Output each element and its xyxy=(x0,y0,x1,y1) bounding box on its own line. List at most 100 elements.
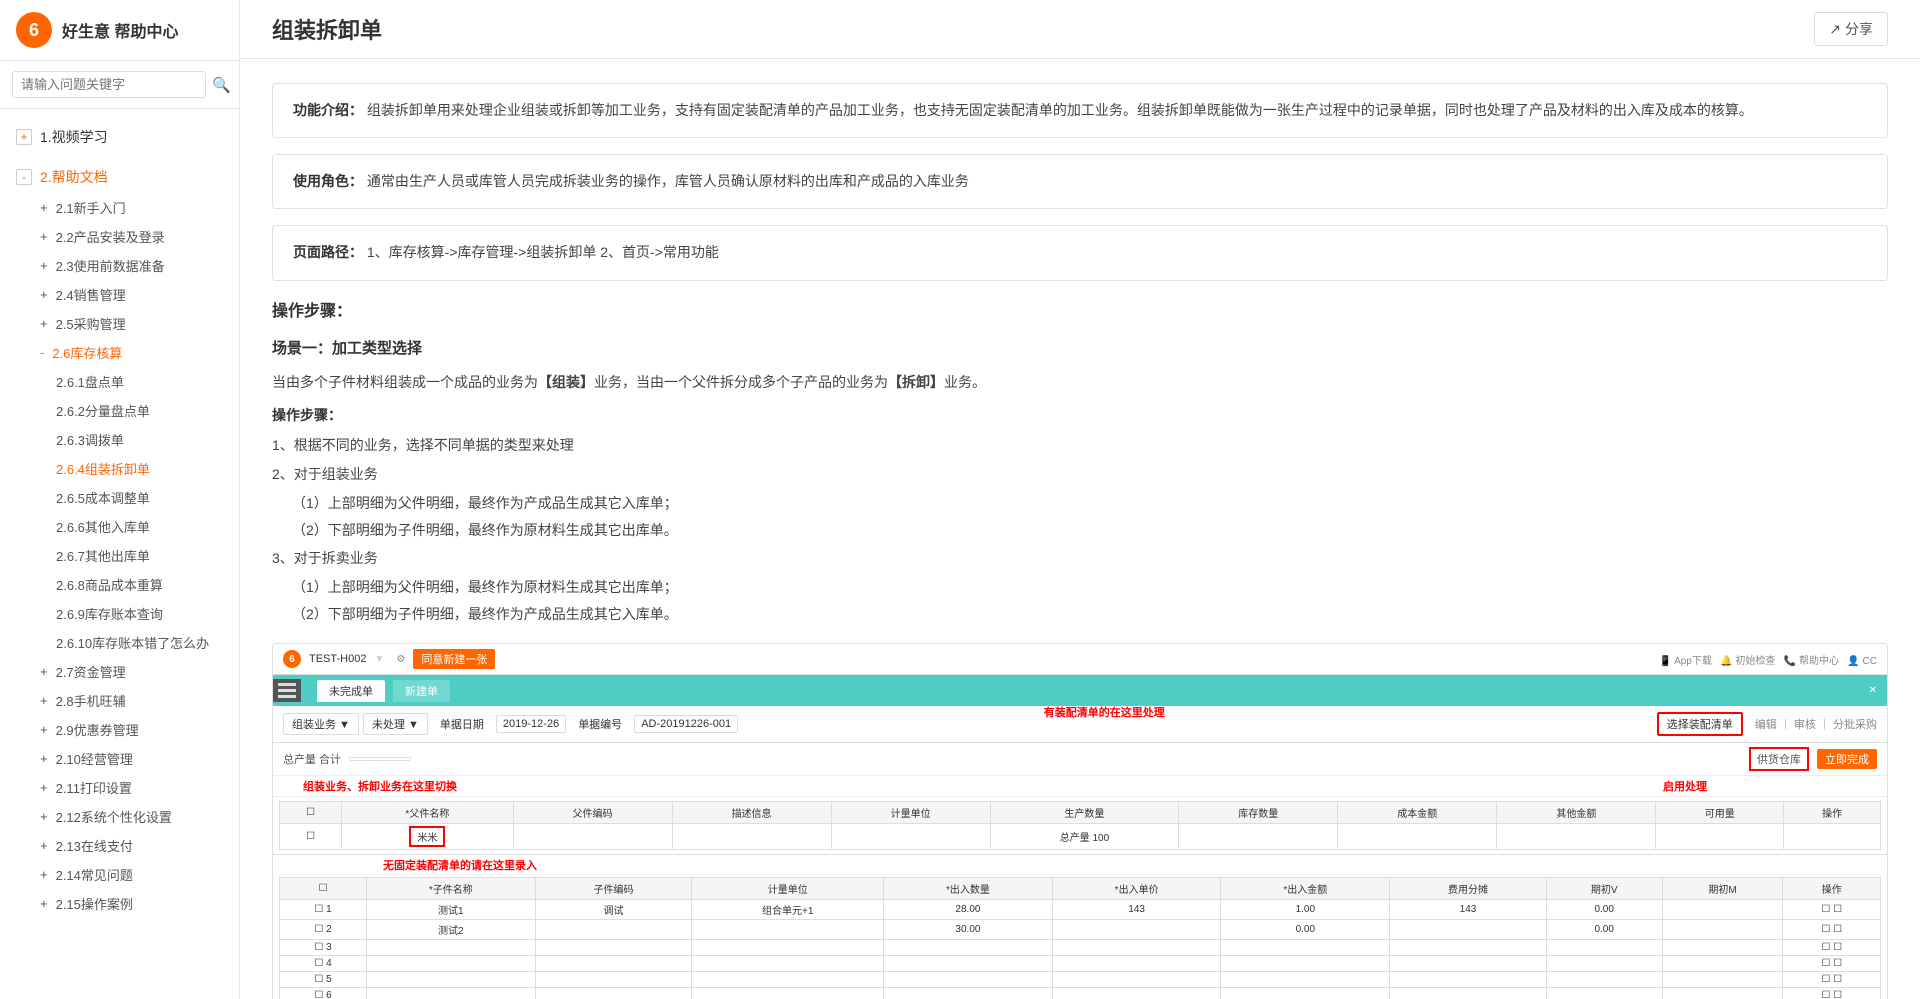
mock-parent-name-cell: 米米 xyxy=(409,826,445,847)
role-block: 使用角色： 通常由生产人员或库管人员完成拆装业务的操作，库管人员确认原材料的出库… xyxy=(272,154,1888,209)
ops-title: 操作步骤： xyxy=(272,297,1888,321)
main-content: 功能介绍： 组装拆卸单用来处理企业组装或拆卸等加工业务，支持有固定装配清单的产品… xyxy=(240,59,1920,999)
mock-th-stock-qty: 库存数量 xyxy=(1179,802,1338,824)
sidebar-item-transfer[interactable]: 2.6.3调拨单 xyxy=(0,425,239,454)
search-input[interactable] xyxy=(12,71,206,98)
annotation-type-switch: 组装业务、拆卸业务在这里切换 xyxy=(303,781,457,793)
sidebar-item-sales[interactable]: + 2.4销售管理 xyxy=(0,280,239,309)
sidebar-item-inventory-query[interactable]: 2.6.9库存账本查询 xyxy=(0,599,239,628)
feature-intro-label: 功能介绍： xyxy=(293,102,363,118)
mock-bom-btn: 选择装配清单 xyxy=(1657,712,1743,736)
sidebar-item-mobile[interactable]: + 2.8手机旺辅 xyxy=(0,686,239,715)
mock-upper-table: ☐ *父件名称 父件编码 描述信息 计量单位 生产数量 库存数量 成本金额 其他… xyxy=(279,801,1881,850)
sub-step-2-2: （2）下部明细为子件明细，最终作为原材料生成其它出库单。 xyxy=(272,518,1888,543)
mock-upper-row-1: ☐ 米米 总产量 100 xyxy=(280,824,1881,850)
role-text: 通常由生产人员或库管人员完成拆装业务的操作，库管人员确认原材料的出库和产成品的入… xyxy=(367,173,969,189)
mock-dropdown: ▼ xyxy=(374,654,384,665)
sidebar-item-cost-recalc[interactable]: 2.6.8商品成本重算 xyxy=(0,570,239,599)
nav-section-1: + 1.视频学习 xyxy=(0,117,239,157)
sub-step-2-1: （1）上部明细为父件明细，最终作为产成品生成其它入库单； xyxy=(272,491,1888,516)
mock-top-bar: 6 TEST-H002 ▼ ⚙ 同意新建一张 📱 App下载 🔔 初始检查 📞 … xyxy=(273,644,1887,675)
expand-icon: + xyxy=(40,809,48,824)
mock-tab-new: 新建单 xyxy=(393,680,450,702)
mock-lth-init-v: 期初V xyxy=(1546,878,1662,900)
collapse-icon: - xyxy=(40,345,44,360)
sidebar-header: 6 好生意 帮助中心 xyxy=(0,0,239,61)
mock-annotation2-area: 组装业务、拆卸业务在这里切换 启用处理 xyxy=(273,776,1887,797)
sidebar-item-data-prep[interactable]: + 2.3使用前数据准备 xyxy=(0,251,239,280)
sidebar-item-other-in[interactable]: 2.6.6其他入库单 xyxy=(0,512,239,541)
annotation-bom: 有装配清单的在这里处理 xyxy=(1044,704,1165,720)
role-label: 使用角色： xyxy=(293,173,363,189)
sidebar-item-cost-adj[interactable]: 2.6.5成本调整单 xyxy=(0,483,239,512)
sidebar-item-customization[interactable]: + 2.12系统个性化设置 xyxy=(0,802,239,831)
expand-icon: + xyxy=(40,693,48,708)
sidebar-item-ops[interactable]: + 2.10经营管理 xyxy=(0,744,239,773)
sidebar-item-beginner[interactable]: + 2.1新手入门 xyxy=(0,193,239,222)
mock-annotation4-area: 无固定装配清单的请在这里录入 xyxy=(273,855,1887,873)
share-button[interactable]: ↗ 分享 xyxy=(1814,12,1888,46)
sub-step-3-2: （2）下部明细为子件明细，最终作为产成品生成其它入库单。 xyxy=(272,602,1888,627)
mock-tab-incomplete: 未完成单 xyxy=(317,680,385,702)
search-button[interactable]: 🔍 xyxy=(212,76,231,94)
mock-lth-price: *出入单价 xyxy=(1052,878,1221,900)
sidebar-item-partial-stocktake[interactable]: 2.6.2分量盘点单 xyxy=(0,396,239,425)
mock-status-dropdown: 未处理 ▼ xyxy=(363,713,428,735)
expand-icon: + xyxy=(40,316,48,331)
mock-lower-table: ☐ *子件名称 子件编码 计量单位 *出入数量 *出入单价 *出入金额 费用分摊… xyxy=(279,877,1881,999)
sidebar-item-other-out[interactable]: 2.6.7其他出库单 xyxy=(0,541,239,570)
sidebar-item-coupon[interactable]: + 2.9优惠券管理 xyxy=(0,715,239,744)
sidebar-item-finance[interactable]: + 2.7资金管理 xyxy=(0,657,239,686)
sidebar-item-inventory-error[interactable]: 2.6.10库存账本错了怎么办 xyxy=(0,628,239,657)
mock-date-value: 2019-12-26 xyxy=(496,715,566,733)
sidebar-item-cases[interactable]: + 2.15操作案例 xyxy=(0,889,239,918)
mock-lth-unit: 计量单位 xyxy=(692,878,884,900)
expand-icon: + xyxy=(40,867,48,882)
mock-settings: ⚙ xyxy=(396,654,405,665)
sidebar-item-assembly[interactable]: 2.6.4组装拆卸单 xyxy=(0,454,239,483)
sidebar: 6 好生意 帮助中心 🔍 + 1.视频学习 - 2.帮助文档 + 2.1新手入门 xyxy=(0,0,240,999)
sidebar-nav: + 1.视频学习 - 2.帮助文档 + 2.1新手入门 + 2.2产品安装及登录 xyxy=(0,109,239,999)
sidebar-item-help-docs[interactable]: - 2.帮助文档 xyxy=(0,161,239,193)
sidebar-item-video[interactable]: + 1.视频学习 xyxy=(0,121,239,153)
sidebar-item-faq[interactable]: + 2.14常见问题 xyxy=(0,860,239,889)
sidebar-item-inventory[interactable]: - 2.6库存核算 xyxy=(0,338,239,367)
mock-th-other: 其他金额 xyxy=(1497,802,1656,824)
mock-row-check: ☐ xyxy=(280,824,342,850)
mock-lth-check: ☐ xyxy=(280,878,367,900)
mock-lth-child-name: *子件名称 xyxy=(366,878,535,900)
sub-step-3-1: （1）上部明细为父件明细，最终作为原材料生成其它出库单； xyxy=(272,575,1888,600)
mock-lth-child-code: 子件编码 xyxy=(535,878,692,900)
mock-total-input xyxy=(349,757,411,761)
annotation-enable: 启用处理 xyxy=(1663,778,1707,794)
sidebar-item-payment[interactable]: + 2.13在线支付 xyxy=(0,831,239,860)
path-text: 1、库存核算->库存管理->组装拆卸单 2、首页->常用功能 xyxy=(367,244,719,260)
mock-icon-bar2 xyxy=(278,689,296,692)
mock-lower-table-area: ☐ *子件名称 子件编码 计量单位 *出入数量 *出入单价 *出入金额 费用分摊… xyxy=(273,873,1887,999)
mock-lth-action: 操作 xyxy=(1783,878,1881,900)
mock-warehouse-input: 供货仓库 xyxy=(1749,747,1809,771)
main-content-area: 组装拆卸单 ↗ 分享 功能介绍： 组装拆卸单用来处理企业组装或拆卸等加工业务，支… xyxy=(240,0,1920,999)
mock-th-check: ☐ xyxy=(280,802,342,824)
path-label: 页面路径： xyxy=(293,244,363,260)
mock-type-selector: 组装业务 ▼ 未处理 ▼ xyxy=(283,713,428,735)
mock-sub-info: 总产量 合计 xyxy=(283,751,341,767)
search-box: 🔍 xyxy=(0,61,239,109)
mock-lth-amt: *出入金额 xyxy=(1221,878,1390,900)
mock-lth-init-m: 期初M xyxy=(1662,878,1783,900)
mock-lower-row-1: ☐ 1 测试1 调试 组合单元+1 28.00 143 1.00 143 0.0… xyxy=(280,900,1881,920)
step-2: 2、对于组装业务 xyxy=(272,462,1888,487)
sidebar-item-print[interactable]: + 2.11打印设置 xyxy=(0,773,239,802)
annotation-no-bom: 无固定装配清单的请在这里录入 xyxy=(383,860,537,872)
sidebar-item-install[interactable]: + 2.2产品安装及登录 xyxy=(0,222,239,251)
sidebar-item-stocktake[interactable]: 2.6.1盘点单 xyxy=(0,367,239,396)
mock-lower-row-2: ☐ 2 测试2 30.00 0.00 0.00 ☐ ☐ xyxy=(280,920,1881,940)
sidebar-item-purchase[interactable]: + 2.5采购管理 xyxy=(0,309,239,338)
mock-order-value: AD-20191226-001 xyxy=(634,715,738,733)
mock-lth-qty: *出入数量 xyxy=(884,878,1053,900)
scenario-desc: 当由多个子件材料组装成一个成品的业务为【组装】业务，当由一个父件拆分成多个子产品… xyxy=(272,370,1888,395)
screenshot-container: 6 TEST-H002 ▼ ⚙ 同意新建一张 📱 App下载 🔔 初始检查 📞 … xyxy=(272,643,1888,999)
collapse-icon: - xyxy=(16,169,32,185)
feature-intro-block: 功能介绍： 组装拆卸单用来处理企业组装或拆卸等加工业务，支持有固定装配清单的产品… xyxy=(272,83,1888,138)
ops-steps-subtitle: 操作步骤： xyxy=(272,405,1888,425)
